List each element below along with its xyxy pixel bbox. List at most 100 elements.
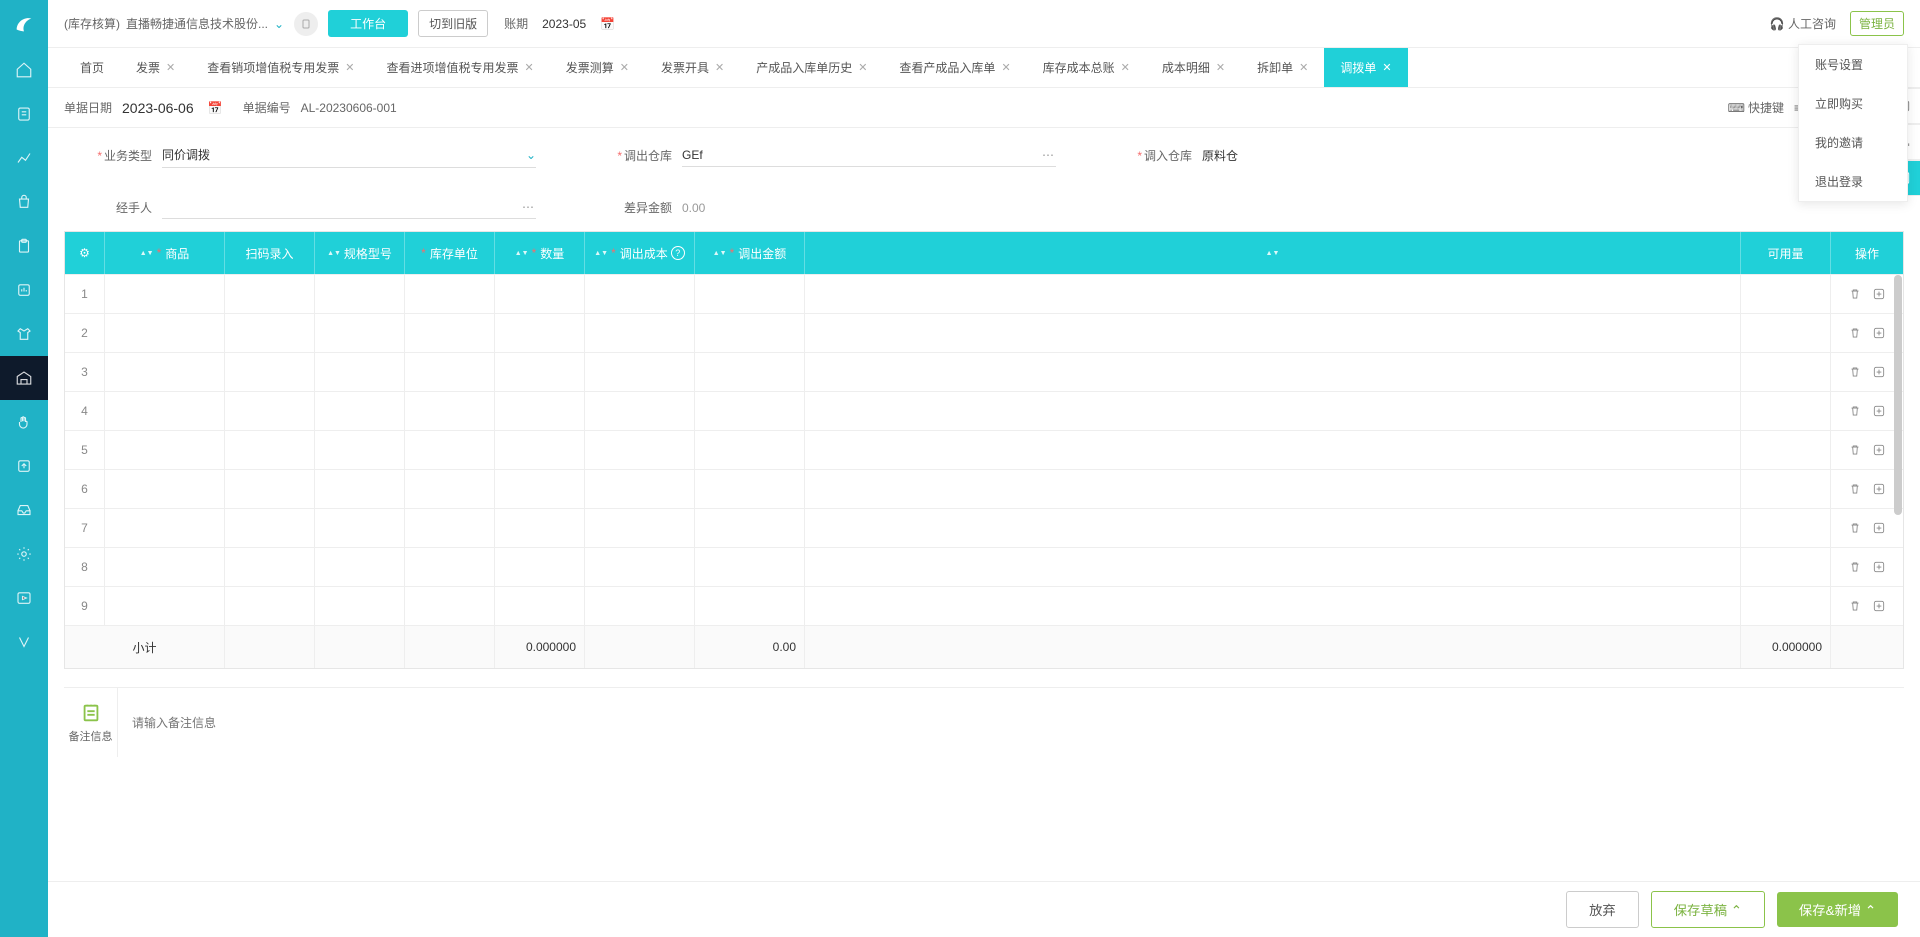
dropdown-logout[interactable]: 退出登录 [1799, 162, 1907, 201]
switch-old-button[interactable]: 切到旧版 [418, 10, 488, 37]
remark-input[interactable] [118, 688, 1904, 757]
dropdown-buy[interactable]: 立即购买 [1799, 84, 1907, 123]
nav-clip-icon[interactable] [0, 224, 48, 268]
table-row[interactable]: 5 [65, 430, 1903, 469]
table-row[interactable]: 7 [65, 508, 1903, 547]
admin-button[interactable]: 管理员 [1850, 11, 1904, 36]
add-icon[interactable] [1872, 521, 1886, 535]
help-icon[interactable]: ? [671, 246, 685, 260]
consult-link[interactable]: 🎧 人工咨询 [1770, 15, 1836, 32]
add-icon[interactable] [1872, 599, 1886, 613]
table-row[interactable]: 1 [65, 274, 1903, 313]
close-icon[interactable]: ✕ [715, 61, 724, 74]
tab-首页[interactable]: 首页 [64, 48, 120, 88]
nav-doc-icon[interactable] [0, 92, 48, 136]
add-icon[interactable] [1872, 443, 1886, 457]
close-icon[interactable]: ✕ [345, 61, 354, 74]
company-selector[interactable]: (库存核算) 直播畅捷通信息技术股份... ⌄ [64, 15, 284, 32]
close-icon[interactable]: ✕ [1001, 61, 1010, 74]
col-available[interactable]: 可用量 [1741, 232, 1831, 274]
col-product[interactable]: ▲▼*商品 [105, 232, 225, 274]
add-icon[interactable] [1872, 287, 1886, 301]
col-qty[interactable]: ▲▼*数量 [495, 232, 585, 274]
scrollbar[interactable] [1894, 275, 1902, 515]
delete-icon[interactable] [1848, 521, 1862, 535]
tab-查看进项增值税专用发票[interactable]: 查看进项增值税专用发票✕ [370, 48, 549, 88]
bottom-bar: 放弃 保存草稿 ⌃ 保存&新增 ⌃ [48, 881, 1920, 937]
nav-home-icon[interactable] [0, 48, 48, 92]
tab-发票开具[interactable]: 发票开具✕ [645, 48, 740, 88]
biz-type-select[interactable]: 同价调拨⌄ [162, 142, 536, 168]
col-out-cost[interactable]: ▲▼*调出成本 ? [585, 232, 695, 274]
table-row[interactable]: 4 [65, 391, 1903, 430]
handler-select[interactable]: ⋯ [162, 196, 536, 219]
delete-icon[interactable] [1848, 404, 1862, 418]
discard-button[interactable]: 放弃 [1566, 891, 1639, 928]
nav-v-icon[interactable] [0, 620, 48, 664]
close-icon[interactable]: ✕ [1216, 61, 1225, 74]
table-row[interactable]: 3 [65, 352, 1903, 391]
col-spec[interactable]: ▲▼规格型号 [315, 232, 405, 274]
tab-拆卸单[interactable]: 拆卸单✕ [1241, 48, 1324, 88]
delete-icon[interactable] [1848, 443, 1862, 457]
tab-调拨单[interactable]: 调拨单✕ [1324, 48, 1407, 88]
calendar-icon[interactable]: 📅 [208, 101, 223, 115]
out-wh-select[interactable]: GEf⋯ [682, 144, 1056, 167]
add-icon[interactable] [1872, 560, 1886, 574]
delete-icon[interactable] [1848, 560, 1862, 574]
close-icon[interactable]: ✕ [1299, 61, 1308, 74]
close-icon[interactable]: ✕ [1382, 61, 1391, 74]
nav-shirt-icon[interactable] [0, 312, 48, 356]
tab-发票测算[interactable]: 发票测算✕ [550, 48, 645, 88]
tab-查看产成品入库单[interactable]: 查看产成品入库单✕ [883, 48, 1026, 88]
close-icon[interactable]: ✕ [1121, 61, 1130, 74]
nav-export-icon[interactable] [0, 444, 48, 488]
delete-icon[interactable] [1848, 599, 1862, 613]
delete-icon[interactable] [1848, 326, 1862, 340]
doc-date-value[interactable]: 2023-06-06 [122, 100, 194, 116]
tab-发票[interactable]: 发票✕ [120, 48, 191, 88]
in-wh-select[interactable]: 原料仓 [1202, 143, 1576, 168]
col-out-amount[interactable]: ▲▼*调出金额 [695, 232, 805, 274]
col-scan[interactable]: 扫码录入 [225, 232, 315, 274]
nav-report-icon[interactable] [0, 268, 48, 312]
delete-icon[interactable] [1848, 482, 1862, 496]
dropdown-account[interactable]: 账号设置 [1799, 45, 1907, 84]
calendar-icon[interactable]: 📅 [600, 17, 615, 31]
tab-成本明细[interactable]: 成本明细✕ [1146, 48, 1241, 88]
nav-bag-icon[interactable] [0, 180, 48, 224]
shortcut-link[interactable]: ⌨ 快捷键 [1728, 99, 1784, 116]
doc-icon-button[interactable] [294, 12, 318, 36]
table-row[interactable]: 9 [65, 586, 1903, 625]
col-gear[interactable]: ⚙ [65, 232, 105, 274]
remark-label: 备注信息 [69, 728, 113, 744]
close-icon[interactable]: ✕ [620, 61, 629, 74]
nav-gear-icon[interactable] [0, 532, 48, 576]
tab-产成品入库单历史[interactable]: 产成品入库单历史✕ [740, 48, 883, 88]
table-row[interactable]: 8 [65, 547, 1903, 586]
add-icon[interactable] [1872, 326, 1886, 340]
table-row[interactable]: 2 [65, 313, 1903, 352]
add-icon[interactable] [1872, 482, 1886, 496]
delete-icon[interactable] [1848, 365, 1862, 379]
nav-warehouse-icon[interactable] [0, 356, 48, 400]
delete-icon[interactable] [1848, 287, 1862, 301]
close-icon[interactable]: ✕ [858, 61, 867, 74]
nav-inbox-icon[interactable] [0, 488, 48, 532]
close-icon[interactable]: ✕ [525, 61, 534, 74]
col-unit[interactable]: *库存单位 [405, 232, 495, 274]
save-new-button[interactable]: 保存&新增 ⌃ [1777, 892, 1898, 927]
add-icon[interactable] [1872, 365, 1886, 379]
tab-库存成本总账[interactable]: 库存成本总账✕ [1027, 48, 1146, 88]
table-row[interactable]: 6 [65, 469, 1903, 508]
dropdown-invite[interactable]: 我的邀请 [1799, 123, 1907, 162]
line-items-table: ⚙ ▲▼*商品 扫码录入 ▲▼规格型号 *库存单位 ▲▼*数量 ▲▼*调出成本 … [64, 231, 1904, 669]
workbench-button[interactable]: 工作台 [328, 10, 408, 37]
nav-play-icon[interactable] [0, 576, 48, 620]
nav-hand-icon[interactable] [0, 400, 48, 444]
nav-chart-icon[interactable] [0, 136, 48, 180]
close-icon[interactable]: ✕ [166, 61, 175, 74]
save-draft-button[interactable]: 保存草稿 ⌃ [1651, 891, 1765, 928]
tab-查看销项增值税专用发票[interactable]: 查看销项增值税专用发票✕ [191, 48, 370, 88]
add-icon[interactable] [1872, 404, 1886, 418]
